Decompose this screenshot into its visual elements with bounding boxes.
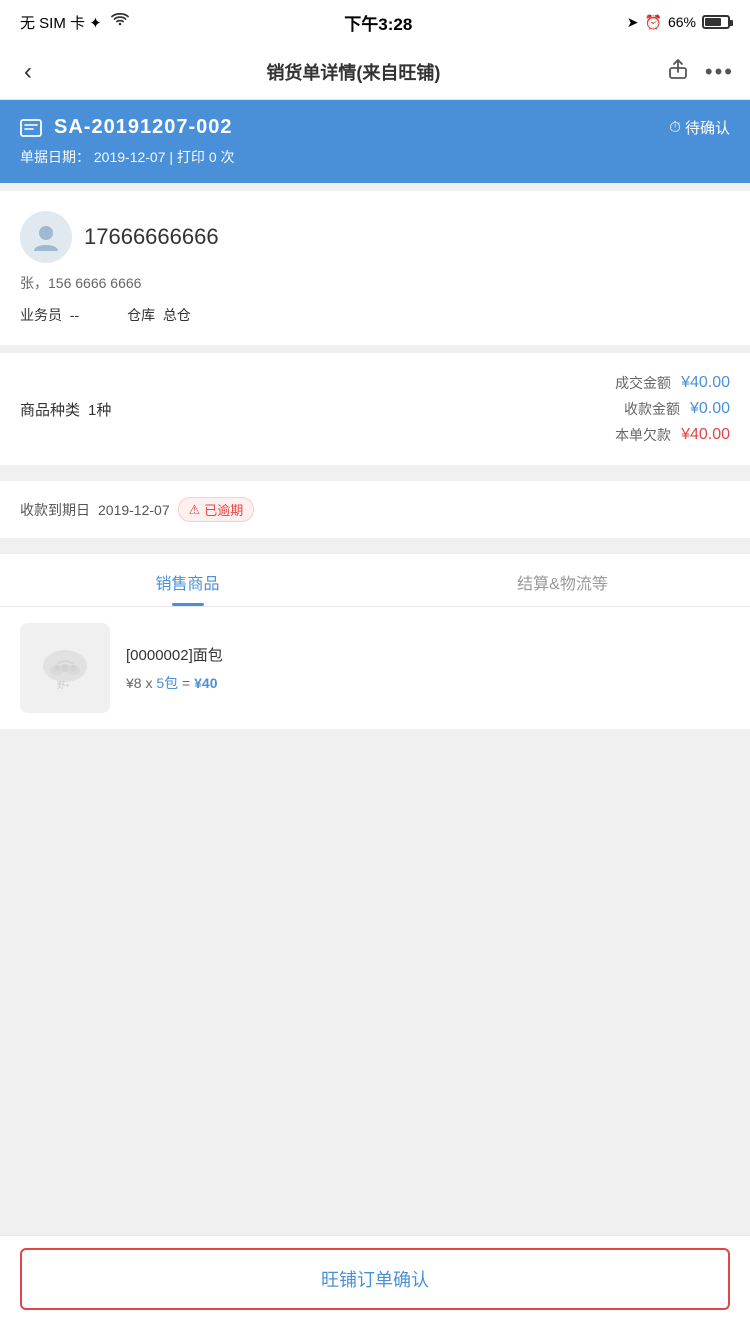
deal-amount: ¥40.00 — [681, 374, 730, 392]
wifi-icon — [110, 13, 130, 31]
overdue-badge: ⚠ 已逾期 — [178, 497, 255, 522]
product-thumbnail: 野+ — [20, 623, 110, 713]
tab-sales-goods[interactable]: 销售商品 — [0, 554, 375, 606]
nav-title: 销货单详情(来自旺铺) — [40, 59, 667, 85]
owed-amount: ¥40.00 — [681, 426, 730, 444]
customer-name: 张，156 6666 6666 — [20, 273, 730, 293]
salesman-field: 业务员 -- — [20, 305, 79, 325]
product-info: [0000002]面包 ¥8 x 5包 = ¥40 — [126, 644, 730, 693]
status-time: 下午3:28 — [344, 10, 412, 35]
nav-actions: ••• — [667, 58, 734, 85]
battery-icon — [702, 15, 730, 29]
bottom-bar: 旺铺订单确认 — [0, 1235, 750, 1334]
sim-label: 无 SIM 卡 ✦ — [20, 12, 102, 33]
back-button[interactable]: ‹ — [16, 50, 40, 94]
status-bar: 无 SIM 卡 ✦ 下午3:28 ➤ ⏰ 66% — [0, 0, 750, 44]
product-section: 野+ [0000002]面包 ¥8 x 5包 = ¥40 — [0, 607, 750, 729]
summary-card: 商品种类 1种 成交金额 ¥40.00 收款金额 ¥0.00 本单欠款 ¥40.… — [0, 353, 750, 465]
alarm-icon: ⏰ — [645, 14, 662, 31]
divider-3 — [0, 538, 750, 546]
nav-bar: ‹ 销货单详情(来自旺铺) ••• — [0, 44, 750, 100]
divider-1 — [0, 345, 750, 353]
share-icon[interactable] — [667, 58, 689, 85]
warning-icon: ⚠ — [189, 502, 201, 518]
more-icon[interactable]: ••• — [705, 59, 734, 85]
order-header: SA-20191207-002 ⏱ 待确认 单据日期： 2019-12-07 |… — [0, 100, 750, 183]
location-icon: ➤ — [627, 14, 639, 31]
product-name: [0000002]面包 — [126, 644, 730, 665]
goods-type: 商品种类 1种 — [20, 399, 111, 420]
customer-card: 17666666666 张，156 6666 6666 业务员 -- 仓库 总仓 — [0, 191, 750, 345]
order-date: 单据日期： 2019-12-07 | 打印 0 次 — [20, 147, 730, 167]
status-right: ➤ ⏰ 66% — [627, 14, 730, 31]
content-area — [0, 729, 750, 1029]
customer-meta: 业务员 -- 仓库 总仓 — [20, 305, 730, 325]
amount-summary: 成交金额 ¥40.00 收款金额 ¥0.00 本单欠款 ¥40.00 — [615, 373, 730, 445]
product-item: 野+ [0000002]面包 ¥8 x 5包 = ¥40 — [20, 623, 730, 713]
order-status: ⏱ 待确认 — [669, 117, 730, 138]
warehouse-field: 仓库 总仓 — [127, 305, 191, 325]
tabs-bar: 销售商品 结算&物流等 — [0, 554, 750, 607]
customer-phone: 17666666666 — [84, 224, 219, 250]
confirm-order-button[interactable]: 旺铺订单确认 — [20, 1248, 730, 1310]
avatar — [20, 211, 72, 263]
product-price: ¥8 x 5包 = ¥40 — [126, 673, 730, 693]
battery-percent: 66% — [668, 14, 696, 30]
tab-settlement[interactable]: 结算&物流等 — [375, 554, 750, 606]
order-id: SA-20191207-002 — [20, 116, 232, 139]
status-left: 无 SIM 卡 ✦ — [20, 12, 130, 33]
due-date-card: 收款到期日 2019-12-07 ⚠ 已逾期 — [0, 481, 750, 538]
order-icon — [20, 117, 48, 137]
svg-text:野+: 野+ — [57, 681, 70, 690]
divider-2 — [0, 465, 750, 473]
clock-icon: ⏱ — [669, 119, 681, 136]
received-amount: ¥0.00 — [690, 400, 730, 418]
